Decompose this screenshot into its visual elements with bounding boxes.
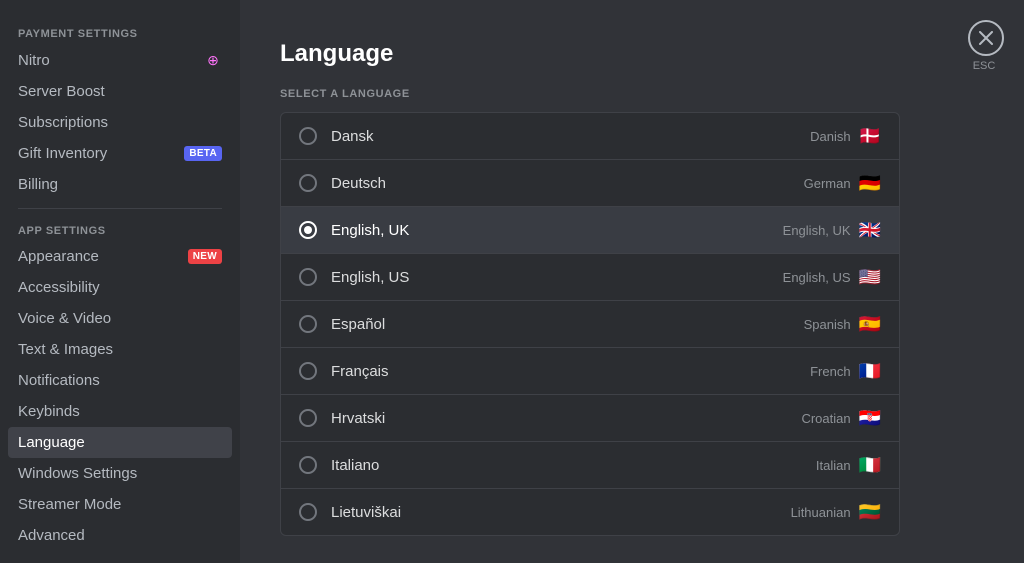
lang-native-francais: French [810, 364, 850, 379]
sidebar-item-label: Server Boost [18, 83, 105, 100]
lang-native-english-us: English, US [783, 270, 851, 285]
sidebar-item-label: Appearance [18, 248, 99, 265]
close-button[interactable] [968, 20, 1004, 56]
language-item-english-us[interactable]: English, US English, US 🇺🇸 [281, 254, 899, 301]
language-item-dansk[interactable]: Dansk Danish 🇩🇰 [281, 113, 899, 160]
radio-espanol [299, 315, 317, 333]
sidebar-item-appearance[interactable]: Appearance NEW [8, 241, 232, 272]
lang-name-italiano: Italiano [331, 457, 379, 474]
sidebar-item-language[interactable]: Language [8, 427, 232, 458]
radio-hrvatski [299, 409, 317, 427]
lang-flag-hrvatski: 🇭🇷 [859, 409, 881, 427]
payment-settings-label: Payment Settings [8, 20, 232, 44]
sidebar-item-accessibility[interactable]: Accessibility [8, 272, 232, 303]
lang-name-lietuviskai: Lietuviškai [331, 504, 401, 521]
sidebar-item-label: Streamer Mode [18, 496, 121, 513]
lang-native-english-uk: English, UK [783, 223, 851, 238]
sidebar-item-label: Gift Inventory [18, 145, 107, 162]
lang-native-hrvatski: Croatian [801, 411, 850, 426]
sidebar-item-gift-inventory[interactable]: Gift Inventory BETA [8, 138, 232, 169]
page-title: Language [280, 40, 984, 68]
language-list: DanskDanish🇩🇰DeutschGerman🇩🇪English, UKE… [280, 112, 900, 536]
sidebar-item-label: Keybinds [18, 403, 80, 420]
lang-name-hrvatski: Hrvatski [331, 410, 385, 427]
app-settings-label: App Settings [8, 217, 232, 241]
main-content: Language Select a Language Dansk Danish 🇩🇰… [240, 0, 1024, 563]
radio-francais [299, 362, 317, 380]
sidebar-item-windows-settings[interactable]: Windows Settings [8, 458, 232, 489]
sidebar-item-label: Nitro [18, 52, 50, 69]
sidebar-item-label: Windows Settings [18, 465, 137, 482]
lang-native-dansk: Danish [810, 129, 850, 144]
sidebar-item-nitro[interactable]: Nitro ⊕ [8, 44, 232, 76]
radio-deutsch [299, 174, 317, 192]
sidebar-item-streamer-mode[interactable]: Streamer Mode [8, 489, 232, 520]
lang-flag-english-us: 🇺🇸 [859, 268, 881, 286]
radio-lietuviskai [299, 503, 317, 521]
select-language-label: Select a Language [280, 88, 984, 100]
sidebar-item-billing[interactable]: Billing [8, 169, 232, 200]
sidebar-item-advanced[interactable]: Advanced [8, 520, 232, 551]
lang-flag-francais: 🇫🇷 [859, 362, 881, 380]
radio-dansk [299, 127, 317, 145]
sidebar-item-label: Language [18, 434, 85, 451]
lang-native-deutsch: German [804, 176, 851, 191]
sidebar-item-subscriptions[interactable]: Subscriptions [8, 107, 232, 138]
sidebar-item-label: Notifications [18, 372, 100, 389]
lang-native-italiano: Italian [816, 458, 851, 473]
esc-label: ESC [966, 60, 1002, 72]
nitro-icon: ⊕ [204, 51, 222, 69]
lang-name-dansk: Dansk [331, 128, 374, 145]
lang-flag-deutsch: 🇩🇪 [859, 174, 881, 192]
lang-name-english-us: English, US [331, 269, 409, 286]
close-icon [979, 31, 993, 45]
lang-native-espanol: Spanish [804, 317, 851, 332]
radio-english-us [299, 268, 317, 286]
sidebar-item-label: Subscriptions [18, 114, 108, 131]
language-item-deutsch[interactable]: Deutsch German 🇩🇪 [281, 160, 899, 207]
lang-flag-espanol: 🇪🇸 [859, 315, 881, 333]
sidebar-item-label: Advanced [18, 527, 85, 544]
radio-italiano [299, 456, 317, 474]
lang-flag-italiano: 🇮🇹 [859, 456, 881, 474]
lang-name-english-uk: English, UK [331, 222, 409, 239]
sidebar-item-voice-video[interactable]: Voice & Video [8, 303, 232, 334]
lang-flag-english-uk: 🇬🇧 [859, 221, 881, 239]
new-badge: NEW [188, 249, 222, 264]
sidebar-divider [18, 208, 222, 209]
beta-badge: BETA [184, 146, 222, 161]
language-item-lietuviskai[interactable]: Lietuviškai Lithuanian 🇱🇹 [281, 489, 899, 535]
lang-name-deutsch: Deutsch [331, 175, 386, 192]
language-item-espanol[interactable]: Español Spanish 🇪🇸 [281, 301, 899, 348]
lang-native-lietuviskai: Lithuanian [791, 505, 851, 520]
sidebar-item-server-boost[interactable]: Server Boost [8, 76, 232, 107]
lang-name-espanol: Español [331, 316, 385, 333]
radio-english-uk [299, 221, 317, 239]
language-item-hrvatski[interactable]: Hrvatski Croatian 🇭🇷 [281, 395, 899, 442]
lang-flag-lietuviskai: 🇱🇹 [859, 503, 881, 521]
language-item-english-uk[interactable]: English, UK English, UK 🇬🇧 [281, 207, 899, 254]
sidebar-item-notifications[interactable]: Notifications [8, 365, 232, 396]
language-item-francais[interactable]: Français French 🇫🇷 [281, 348, 899, 395]
sidebar-item-label: Billing [18, 176, 58, 193]
sidebar: Payment Settings Nitro ⊕ Server Boost Su… [0, 0, 240, 563]
lang-name-francais: Français [331, 363, 389, 380]
language-item-italiano[interactable]: Italiano Italian 🇮🇹 [281, 442, 899, 489]
sidebar-item-label: Text & Images [18, 341, 113, 358]
sidebar-item-label: Accessibility [18, 279, 100, 296]
sidebar-item-keybinds[interactable]: Keybinds [8, 396, 232, 427]
sidebar-item-label: Voice & Video [18, 310, 111, 327]
sidebar-item-text-images[interactable]: Text & Images [8, 334, 232, 365]
lang-flag-dansk: 🇩🇰 [859, 127, 881, 145]
